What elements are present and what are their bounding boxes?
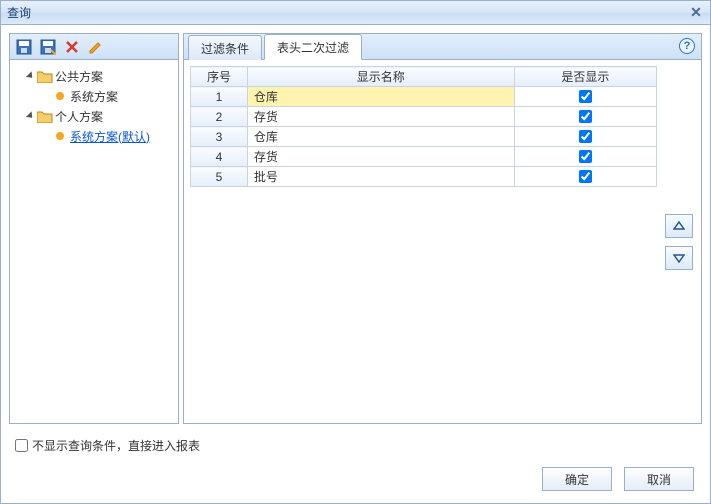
row-display-name[interactable]: 仓库	[247, 87, 514, 107]
tree-node-personal-child[interactable]: 系统方案(默认)	[12, 126, 176, 146]
dialog-body: 公共方案 系统方案 个人方案 系统方案(默认)	[1, 25, 710, 432]
row-show-checkbox[interactable]	[579, 90, 592, 103]
row-show-cell	[514, 127, 656, 147]
right-panel: 过滤条件 表头二次过滤 ? 序号 显示名称 是否显示 1仓库2存货3	[183, 33, 702, 424]
folder-icon	[37, 70, 53, 83]
save-icon[interactable]	[16, 39, 32, 55]
left-panel: 公共方案 系统方案 个人方案 系统方案(默认)	[9, 33, 179, 424]
row-seq: 5	[191, 167, 248, 187]
tree-node-public[interactable]: 公共方案	[12, 66, 176, 86]
col-seq[interactable]: 序号	[191, 67, 248, 87]
skip-conditions-checkbox[interactable]	[15, 439, 28, 452]
row-seq: 1	[191, 87, 248, 107]
row-show-checkbox[interactable]	[579, 110, 592, 123]
row-show-cell	[514, 107, 656, 127]
tree-node-public-child[interactable]: 系统方案	[12, 86, 176, 106]
col-show[interactable]: 是否显示	[514, 67, 656, 87]
left-toolbar	[10, 34, 178, 60]
col-display-name[interactable]: 显示名称	[247, 67, 514, 87]
row-show-cell	[514, 87, 656, 107]
row-show-checkbox[interactable]	[579, 150, 592, 163]
grid-area: 序号 显示名称 是否显示 1仓库2存货3仓库4存货5批号	[190, 66, 657, 417]
bullet-icon	[56, 92, 64, 100]
row-seq: 4	[191, 147, 248, 167]
cancel-button[interactable]: 取消	[624, 467, 694, 491]
move-up-button[interactable]	[665, 214, 693, 238]
tree-label: 系统方案	[70, 88, 118, 105]
tab-filter-conditions[interactable]: 过滤条件	[188, 35, 262, 60]
row-show-cell	[514, 147, 656, 167]
table-row[interactable]: 2存货	[191, 107, 657, 127]
tab-body: 序号 显示名称 是否显示 1仓库2存货3仓库4存货5批号	[184, 60, 701, 423]
tab-strip: 过滤条件 表头二次过滤 ?	[184, 34, 701, 60]
row-seq: 3	[191, 127, 248, 147]
help-icon[interactable]: ?	[679, 38, 695, 54]
chevron-down-icon	[26, 71, 35, 80]
move-down-button[interactable]	[665, 246, 693, 270]
row-display-name[interactable]: 存货	[247, 147, 514, 167]
scheme-tree: 公共方案 系统方案 个人方案 系统方案(默认)	[10, 60, 178, 423]
dialog-title: 查询	[7, 4, 688, 21]
row-show-cell	[514, 167, 656, 187]
reorder-buttons	[663, 66, 695, 417]
tree-label: 个人方案	[55, 108, 103, 125]
row-display-name[interactable]: 批号	[247, 167, 514, 187]
table-row[interactable]: 1仓库	[191, 87, 657, 107]
tree-label: 系统方案(默认)	[70, 128, 150, 145]
tab-header-secondary-filter[interactable]: 表头二次过滤	[264, 34, 362, 60]
titlebar: 查询 ✕	[1, 1, 710, 25]
row-display-name[interactable]: 仓库	[247, 127, 514, 147]
edit-icon[interactable]	[88, 39, 104, 55]
tree-node-personal[interactable]: 个人方案	[12, 106, 176, 126]
bullet-icon	[56, 132, 64, 140]
close-icon[interactable]: ✕	[688, 5, 704, 21]
table-row[interactable]: 3仓库	[191, 127, 657, 147]
header-filter-table: 序号 显示名称 是否显示 1仓库2存货3仓库4存货5批号	[190, 66, 657, 187]
saveas-icon[interactable]	[40, 39, 56, 55]
delete-icon[interactable]	[64, 39, 80, 55]
footer-buttons: 确定 取消	[1, 459, 710, 503]
ok-button[interactable]: 确定	[542, 467, 612, 491]
row-show-checkbox[interactable]	[579, 170, 592, 183]
skip-conditions-label[interactable]: 不显示查询条件，直接进入报表	[32, 437, 200, 454]
table-row[interactable]: 4存货	[191, 147, 657, 167]
chevron-down-icon	[26, 111, 35, 120]
row-seq: 2	[191, 107, 248, 127]
footer-options: 不显示查询条件，直接进入报表	[1, 432, 710, 459]
folder-icon	[37, 110, 53, 123]
row-display-name[interactable]: 存货	[247, 107, 514, 127]
table-row[interactable]: 5批号	[191, 167, 657, 187]
dialog-window: 查询 ✕	[0, 0, 711, 504]
tree-label: 公共方案	[55, 68, 103, 85]
row-show-checkbox[interactable]	[579, 130, 592, 143]
